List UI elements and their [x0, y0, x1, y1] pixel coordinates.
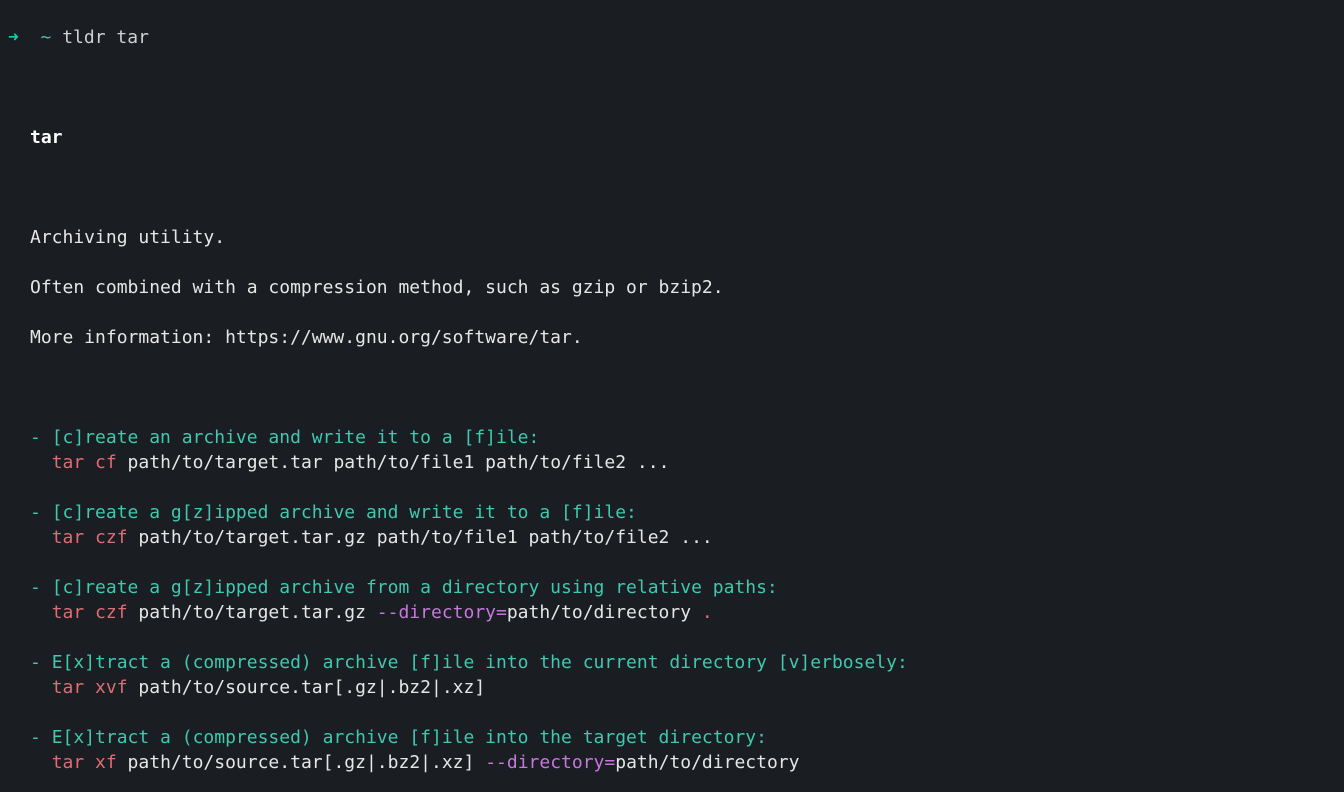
blank-line [8, 375, 1336, 400]
command-segment: path/to/source.tar[.gz|.bz2|.xz] [117, 752, 485, 773]
command-segment: tar czf [52, 527, 128, 548]
example-command: tar czf path/to/target.tar.gz --director… [8, 600, 1336, 625]
bullet-dash: - [30, 727, 52, 748]
command-segment: path/to/target.tar path/to/file1 path/to… [117, 452, 670, 473]
example-heading-text: [c]reate an archive and write it to a [f… [52, 427, 540, 448]
terminal-output[interactable]: ➜ ~ tldr tar tar Archiving utility. Ofte… [0, 0, 1344, 792]
blank-line [8, 475, 1336, 500]
command-typed: tldr tar [62, 27, 149, 48]
page-title: tar [30, 127, 63, 148]
command-segment: tar xf [52, 752, 117, 773]
command-segment: path/to/target.tar.gz [128, 602, 377, 623]
example-command: tar czf path/to/target.tar.gz path/to/fi… [8, 525, 1336, 550]
command-segment: . [702, 602, 713, 623]
command-segment: path/to/target.tar.gz path/to/file1 path… [128, 527, 713, 548]
example-command: tar cf path/to/target.tar path/to/file1 … [8, 450, 1336, 475]
example-command: tar xvf path/to/source.tar[.gz|.bz2|.xz] [8, 675, 1336, 700]
command-segment: --directory= [485, 752, 615, 773]
blank-line [8, 75, 1336, 100]
example-heading: - [c]reate a g[z]ipped archive and write… [8, 500, 1336, 525]
bullet-dash: - [30, 652, 52, 673]
command-segment: path/to/directory [507, 602, 702, 623]
examples-list: - [c]reate an archive and write it to a … [8, 425, 1336, 792]
bullet-dash: - [30, 577, 52, 598]
example-heading-text: E[x]tract a (compressed) archive [f]ile … [52, 652, 908, 673]
command-segment: tar xvf [52, 677, 128, 698]
blank-line [8, 550, 1336, 575]
example-heading-text: [c]reate a g[z]ipped archive and write i… [52, 502, 637, 523]
command-segment: tar cf [52, 452, 117, 473]
blank-line [8, 175, 1336, 200]
example-heading: - E[x]tract a (compressed) archive [f]il… [8, 725, 1336, 750]
command-segment: path/to/directory [615, 752, 799, 773]
blank-line [8, 700, 1336, 725]
command-segment: --directory= [377, 602, 507, 623]
blank-line [8, 775, 1336, 792]
description-line: Often combined with a compression method… [8, 275, 1336, 300]
bullet-dash: - [30, 502, 52, 523]
example-heading: - E[x]tract a (compressed) archive [f]il… [8, 650, 1336, 675]
blank-line [8, 625, 1336, 650]
bullet-dash: - [30, 427, 52, 448]
prompt-line: ➜ ~ tldr tar [8, 25, 1336, 50]
example-heading: - [c]reate a g[z]ipped archive from a di… [8, 575, 1336, 600]
command-segment: tar czf [52, 602, 128, 623]
example-heading-text: [c]reate a g[z]ipped archive from a dire… [52, 577, 778, 598]
description-line: Archiving utility. [8, 225, 1336, 250]
description-line: More information: https://www.gnu.org/so… [8, 325, 1336, 350]
example-heading-text: E[x]tract a (compressed) archive [f]ile … [52, 727, 767, 748]
prompt-cwd: ~ [41, 27, 52, 48]
prompt-arrow-icon: ➜ [8, 27, 19, 48]
command-segment: path/to/source.tar[.gz|.bz2|.xz] [128, 677, 486, 698]
example-command: tar xf path/to/source.tar[.gz|.bz2|.xz] … [8, 750, 1336, 775]
example-heading: - [c]reate an archive and write it to a … [8, 425, 1336, 450]
